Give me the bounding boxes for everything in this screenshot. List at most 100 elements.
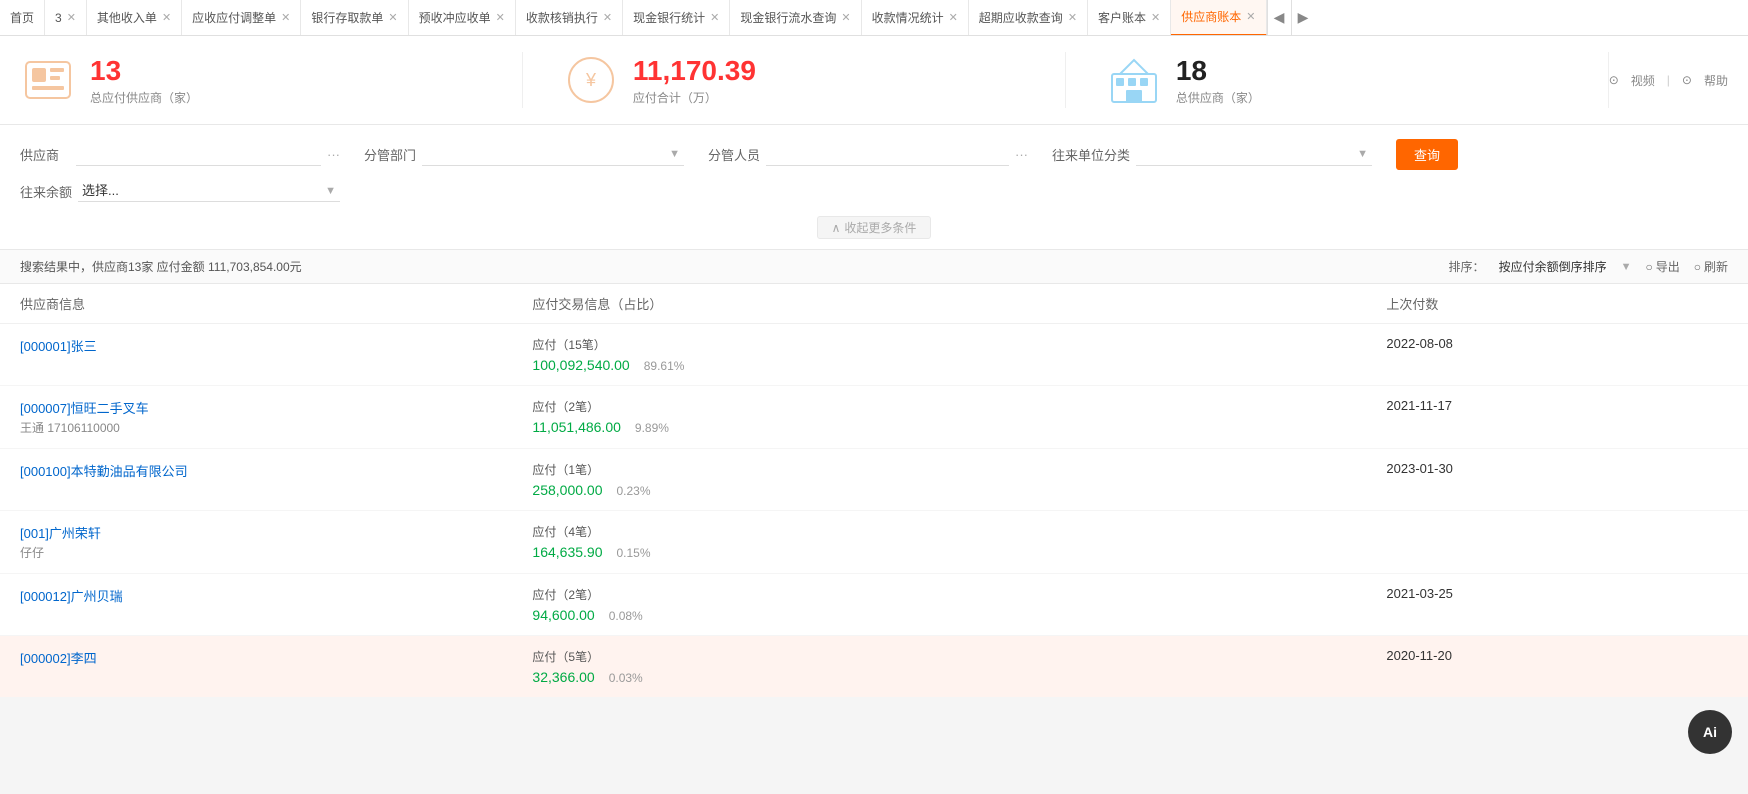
trans-label: 应付（2笔） [532,398,1386,415]
last-pay-date: 2021-11-17 [1386,398,1728,413]
supplier-link[interactable]: [000007]恒旺二手叉车 [20,401,149,416]
supplier-name: [000002]李四 [20,648,532,667]
total-supplier-count: 18 [1176,55,1260,87]
table-header: 供应商信息 应付交易信息（占比） 上次付数 [0,284,1748,324]
close-icon[interactable]: ✕ [496,11,505,24]
filter-row-1: 供应商 ··· 分管部门 ▼ 分管人员 ··· 往来单位分类 [20,139,1728,170]
top-navigation: 首页 3 ✕ 其他收入单 ✕ 应收应付调整单 ✕ 银行存取款单 ✕ 预收冲应收单… [0,0,1748,36]
nav-tab-overdue-query[interactable]: 超期应收款查询 ✕ [969,0,1088,36]
nav-tab-label: 3 [55,11,62,25]
trans-amount[interactable]: 100,092,540.00 [532,357,629,373]
ai-assistant-button[interactable]: Ai [1688,710,1732,754]
video-link[interactable]: 视频 [1631,72,1655,89]
person-input[interactable] [766,144,1009,166]
close-icon[interactable]: ✕ [603,11,612,24]
payable-total-icon: ¥ [563,52,619,108]
nav-tab-home[interactable]: 首页 [0,0,45,36]
close-icon[interactable]: ✕ [1068,11,1077,24]
close-icon[interactable]: ✕ [710,11,719,24]
close-icon[interactable]: ✕ [162,11,171,24]
supplier-more-icon[interactable]: ··· [327,147,340,162]
person-more-icon[interactable]: ··· [1015,147,1028,162]
trans-amount[interactable]: 32,366.00 [532,669,594,685]
supplier-info: [000012]广州贝瑞 [20,586,532,605]
help-link[interactable]: 帮助 [1704,72,1728,89]
payable-total-amount: 11,170.39 [633,55,756,87]
close-icon[interactable]: ✕ [67,11,76,24]
trans-amount[interactable]: 11,051,486.00 [532,419,621,435]
nav-tab-label: 现金银行统计 [633,9,705,26]
data-table: 供应商信息 应付交易信息（占比） 上次付数 [000001]张三 应付（15笔）… [0,284,1748,698]
search-button[interactable]: 查询 [1396,139,1458,170]
total-supplier-icon [1106,52,1162,108]
supplier-info: [000002]李四 [20,648,532,667]
nav-tab-label: 预收冲应收单 [419,9,491,26]
trans-amount[interactable]: 164,635.90 [532,544,602,560]
supplier-info: [000100]本特勤油品有限公司 [20,461,532,480]
nav-tab-cash-bank-flow[interactable]: 现金银行流水查询 ✕ [730,0,861,36]
close-icon[interactable]: ✕ [949,11,958,24]
trans-label: 应付（5笔） [532,648,1386,665]
close-icon[interactable]: ✕ [1246,10,1255,23]
refresh-button[interactable]: ○ 刷新 [1694,258,1728,275]
nav-tab-collect-verify[interactable]: 收款核销执行 ✕ [516,0,623,36]
dept-label: 分管部门 [364,145,416,164]
last-pay-date: 2023-01-30 [1386,461,1728,476]
summary-help-links: ⊙ 视频 | ⊙ 帮助 [1609,72,1728,89]
header-lastpay: 上次付数 [1386,294,1728,313]
category-select[interactable] [1136,144,1372,165]
nav-tab-label: 银行存取款单 [311,9,383,26]
supplier-info: [001]广州荣轩 仔仔 [20,523,532,561]
nav-tab-other-income[interactable]: 其他收入单 ✕ [87,0,182,36]
person-label: 分管人员 [708,145,760,164]
nav-tab-supplier-account[interactable]: 供应商账本 ✕ [1171,0,1266,36]
nav-left-arrow[interactable]: ◀ [1267,0,1291,36]
table-row: [000012]广州贝瑞 应付（2笔） 94,600.00 0.08% 2021… [0,574,1748,636]
supplier-sub: 仔仔 [20,544,532,561]
trans-amount[interactable]: 94,600.00 [532,607,594,623]
supplier-link[interactable]: [000002]李四 [20,651,97,666]
close-icon[interactable]: ✕ [1151,11,1160,24]
nav-tab-label: 现金银行流水查询 [740,9,836,26]
filter-balance: 往来余额 选择... ▼ [20,180,340,202]
filter-area: 供应商 ··· 分管部门 ▼ 分管人员 ··· 往来单位分类 [0,125,1748,250]
summary-card-payable-total: ¥ 11,170.39 应付合计（万） [523,52,1066,108]
nav-tab-label: 供应商账本 [1181,8,1241,25]
close-icon[interactable]: ✕ [281,11,290,24]
supplier-link[interactable]: [000001]张三 [20,339,97,354]
sort-value[interactable]: 按应付余额倒序排序 [1499,258,1607,275]
close-icon[interactable]: ✕ [388,11,397,24]
transaction-info: 应付（15笔） 100,092,540.00 89.61% [532,336,1386,373]
nav-tab-collect-stat[interactable]: 收款情况统计 ✕ [862,0,969,36]
nav-tab-ap-adjust[interactable]: 应收应付调整单 ✕ [182,0,301,36]
payable-supplier-label: 总应付供应商（家） [90,89,198,106]
trans-pct: 0.08% [609,609,643,623]
close-icon[interactable]: ✕ [841,11,850,24]
supplier-input[interactable] [76,144,321,166]
balance-label: 往来余额 [20,182,72,201]
trans-amount[interactable]: 258,000.00 [532,482,602,498]
nav-tab-bank-deposit[interactable]: 银行存取款单 ✕ [301,0,408,36]
nav-tab-label: 客户账本 [1098,9,1146,26]
nav-tab-customer-account[interactable]: 客户账本 ✕ [1088,0,1171,36]
transaction-info: 应付（5笔） 32,366.00 0.03% [532,648,1386,685]
collapse-button[interactable]: ∧ 收起更多条件 [817,216,932,239]
summary-card-total-suppliers: 18 总供应商（家） [1066,52,1609,108]
supplier-info: [000001]张三 [20,336,532,355]
nav-tab-cash-bank-stat[interactable]: 现金银行统计 ✕ [623,0,730,36]
supplier-name: [000012]广州贝瑞 [20,586,532,605]
video-icon: ⊙ [1609,73,1619,87]
nav-right-arrow[interactable]: ▶ [1291,0,1315,36]
balance-select[interactable]: 选择... [78,180,340,201]
nav-tab-3[interactable]: 3 ✕ [45,0,87,36]
nav-tab-advance-collect[interactable]: 预收冲应收单 ✕ [409,0,516,36]
supplier-link[interactable]: [001]广州荣轩 [20,526,101,541]
export-button[interactable]: ○ 导出 [1645,258,1679,275]
supplier-link[interactable]: [000100]本特勤油品有限公司 [20,464,188,479]
trans-pct: 89.61% [644,359,685,373]
sort-label: 排序： [1449,258,1485,275]
summary-info-payable: 13 总应付供应商（家） [90,55,198,106]
supplier-link[interactable]: [000012]广州贝瑞 [20,589,123,604]
collapse-label: 收起更多条件 [844,219,916,236]
dept-select[interactable] [422,144,684,165]
